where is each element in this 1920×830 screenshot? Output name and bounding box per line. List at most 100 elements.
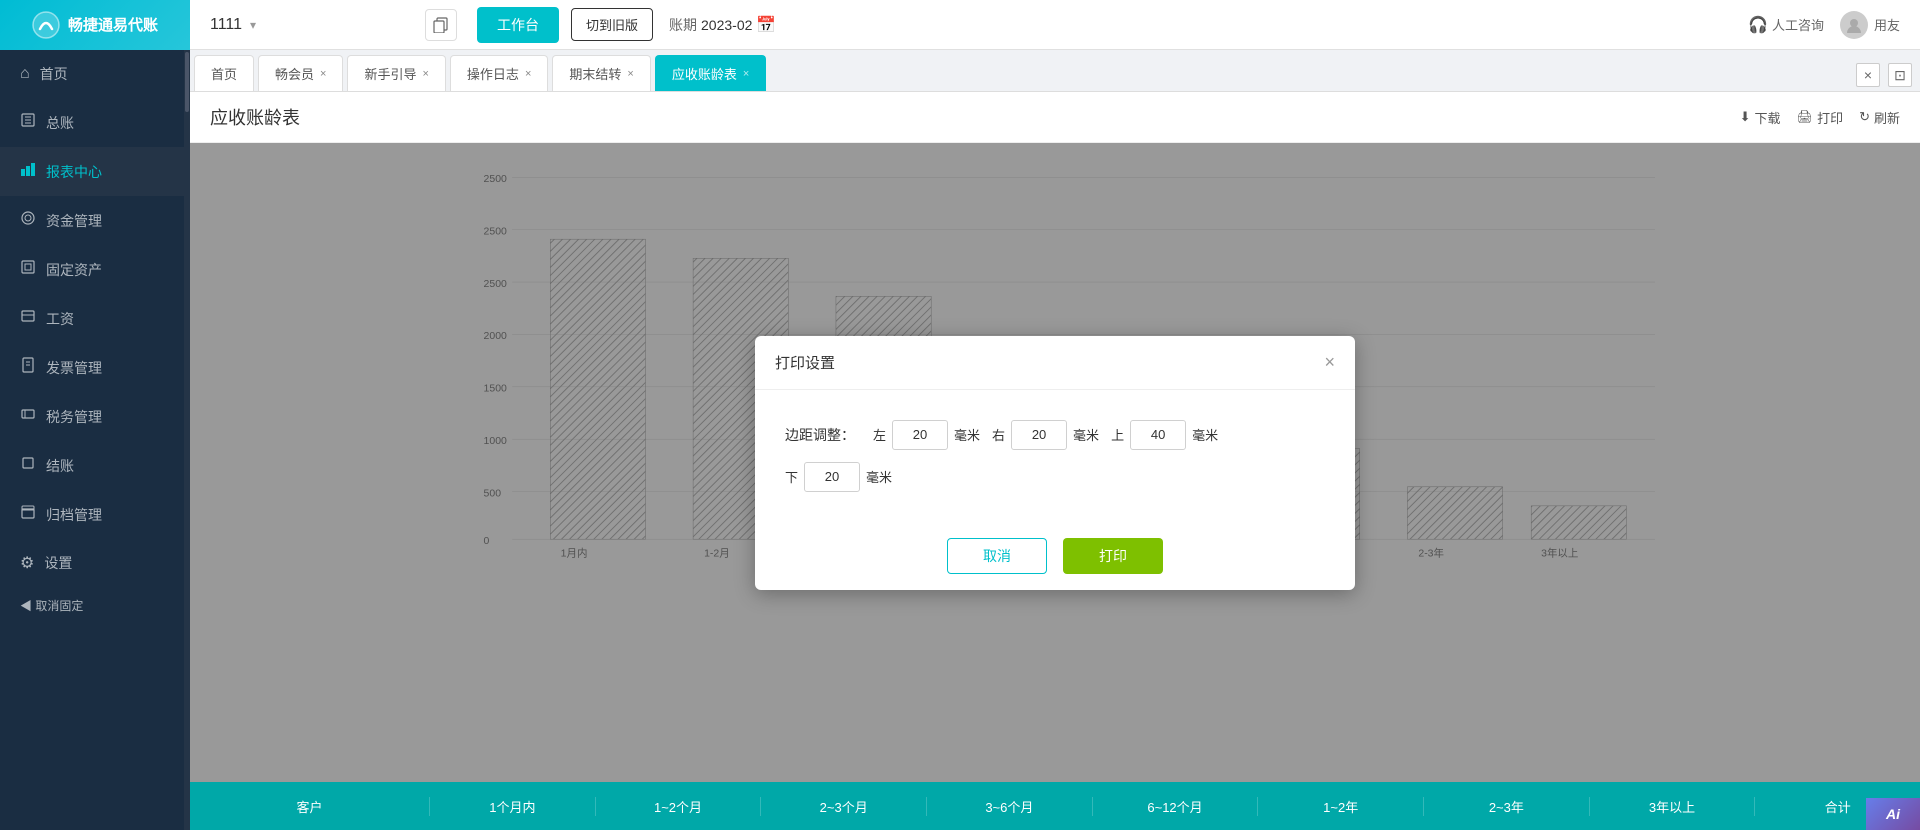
sidebar-item-settings[interactable]: ⚙ 设置 (0, 539, 190, 587)
sidebar-item-archive[interactable]: 归档管理 (0, 490, 190, 539)
tab-ar-aging[interactable]: 应收账龄表 × (655, 55, 766, 91)
period-area: 账期 2023-02 📅 (669, 15, 776, 35)
print-settings-dialog: 打印设置 × 边距调整： 左 毫米 (755, 336, 1355, 590)
left-input[interactable] (892, 420, 948, 450)
tab-member-label: 畅会员 (275, 64, 314, 83)
consult-button[interactable]: 🎧 人工咨询 (1748, 15, 1824, 35)
margin-bottom-group: 下 毫米 (785, 462, 892, 492)
sidebar-label-home: 首页 (40, 64, 68, 84)
tab-guide[interactable]: 新手引导 × (347, 55, 445, 91)
tab-home-label: 首页 (211, 64, 237, 83)
logo-area: 畅捷通易代账 (0, 0, 190, 50)
bottom-unit: 毫米 (866, 467, 892, 486)
sidebar-item-general-ledger[interactable]: 总账 (0, 98, 190, 147)
dialog-body: 边距调整： 左 毫米 右 毫米 (755, 390, 1355, 522)
period-label: 账期 (669, 15, 697, 35)
window-expand-button[interactable]: ⊡ (1888, 63, 1912, 87)
dialog-close-button[interactable]: × (1324, 353, 1335, 371)
sidebar-item-tax[interactable]: 税务管理 (0, 392, 190, 441)
download-label: 下载 (1755, 108, 1781, 127)
user-area[interactable]: 用友 (1840, 11, 1900, 39)
tab-oplog[interactable]: 操作日志 × (450, 55, 548, 91)
sidebar-label-payroll: 工资 (46, 309, 74, 329)
ai-label: Ai (1886, 806, 1900, 822)
sidebar-item-invoice[interactable]: 发票管理 (0, 343, 190, 392)
confirm-print-button[interactable]: 打印 (1063, 538, 1163, 574)
sidebar-label-closing: 结账 (46, 456, 74, 476)
margin-label: 边距调整： (785, 425, 855, 445)
user-avatar (1840, 11, 1868, 39)
print-button[interactable]: 🖨 打印 (1797, 108, 1844, 127)
user-name: 用友 (1874, 15, 1900, 34)
tab-oplog-label: 操作日志 (467, 64, 519, 83)
sidebar-label-settings: 设置 (44, 553, 72, 573)
sidebar-label-invoice: 发票管理 (46, 358, 102, 378)
right-label: 右 (992, 425, 1005, 444)
page-header: 应收账龄表 ⬇ 下载 🖨 打印 ↻ 刷新 (190, 92, 1920, 143)
tab-guide-label: 新手引导 (364, 64, 416, 83)
top-header: 畅捷通易代账 1111 ▾ 工作台 切到旧版 账期 2023-02 📅 🎧 人工… (0, 0, 1920, 50)
workbench-button[interactable]: 工作台 (477, 7, 559, 43)
cancel-button[interactable]: 取消 (947, 538, 1047, 574)
company-name: 1111 (210, 16, 242, 34)
top-input[interactable] (1130, 420, 1186, 450)
refresh-icon: ↻ (1859, 109, 1870, 125)
window-close-button[interactable]: × (1856, 63, 1880, 87)
sidebar: ⌂ 首页 总账 报表中心 资金管理 固定资产 (0, 50, 190, 830)
ledger-icon (20, 112, 36, 133)
tax-icon (20, 406, 36, 427)
calendar-icon[interactable]: 📅 (756, 15, 776, 35)
download-button[interactable]: ⬇ 下载 (1740, 108, 1781, 127)
sidebar-item-reports[interactable]: 报表中心 (0, 147, 190, 196)
right-input[interactable] (1011, 420, 1067, 450)
copy-button[interactable] (425, 9, 457, 41)
sidebar-item-fixed-assets[interactable]: 固定资产 (0, 245, 190, 294)
tab-period-close-close[interactable]: × (627, 68, 633, 80)
tab-ar-aging-close[interactable]: × (743, 68, 749, 80)
sidebar-label-archive: 归档管理 (46, 505, 102, 525)
refresh-button[interactable]: ↻ 刷新 (1859, 108, 1900, 127)
logo-text: 畅捷通易代账 (68, 14, 158, 35)
top-unit: 毫米 (1192, 425, 1218, 444)
sidebar-item-closing[interactable]: 结账 (0, 441, 190, 490)
table-col-3y-plus: 3年以上 (1590, 797, 1756, 816)
tab-home[interactable]: 首页 (194, 55, 254, 91)
consult-label: 人工咨询 (1772, 15, 1824, 34)
bottom-input[interactable] (804, 462, 860, 492)
tab-guide-close[interactable]: × (422, 68, 428, 80)
fixed-assets-icon (20, 259, 36, 280)
sidebar-item-home[interactable]: ⌂ 首页 (0, 50, 190, 98)
sidebar-label-reports: 报表中心 (46, 162, 102, 182)
tab-close-area: × ⊡ (1856, 63, 1920, 91)
ai-badge[interactable]: Ai (1866, 798, 1920, 830)
invoice-icon (20, 357, 36, 378)
collapse-label: ◀ 取消固定 (20, 597, 83, 614)
tab-oplog-close[interactable]: × (525, 68, 531, 80)
tab-period-close[interactable]: 期末结转 × (552, 55, 650, 91)
top-label: 上 (1111, 425, 1124, 444)
download-icon: ⬇ (1740, 109, 1751, 125)
tab-bar: 首页 畅会员 × 新手引导 × 操作日志 × 期末结转 × 应收账龄表 × (190, 50, 1920, 92)
table-col-6-12m: 6~12个月 (1093, 797, 1259, 816)
copy-icon (433, 17, 449, 33)
switch-version-button[interactable]: 切到旧版 (571, 8, 653, 41)
sidebar-item-payroll[interactable]: 工资 (0, 294, 190, 343)
sidebar-label-tax: 税务管理 (46, 407, 102, 427)
sidebar-collapse-button[interactable]: ◀ 取消固定 (0, 587, 190, 624)
main-body: ⌂ 首页 总账 报表中心 资金管理 固定资产 (0, 50, 1920, 830)
tab-ar-aging-label: 应收账龄表 (672, 64, 737, 83)
page-content: 应收账龄表 ⬇ 下载 🖨 打印 ↻ 刷新 (190, 92, 1920, 830)
tab-member[interactable]: 畅会员 × (258, 55, 343, 91)
bottom-table-header: 客户 1个月内 1~2个月 2~3个月 3~6个月 6~12个月 1~2年 2~… (190, 782, 1920, 830)
company-selector[interactable]: 1111 ▾ (210, 16, 410, 34)
sidebar-item-funds[interactable]: 资金管理 (0, 196, 190, 245)
table-col-customer: 客户 (190, 797, 430, 816)
table-col-1m: 1个月内 (430, 797, 596, 816)
sidebar-label-funds: 资金管理 (46, 211, 102, 231)
home-icon: ⌂ (20, 65, 30, 83)
refresh-label: 刷新 (1874, 108, 1900, 127)
sidebar-label-general-ledger: 总账 (46, 113, 74, 133)
payroll-icon (20, 308, 36, 329)
margin-row: 边距调整： 左 毫米 右 毫米 (785, 420, 1325, 492)
tab-member-close[interactable]: × (320, 68, 326, 80)
